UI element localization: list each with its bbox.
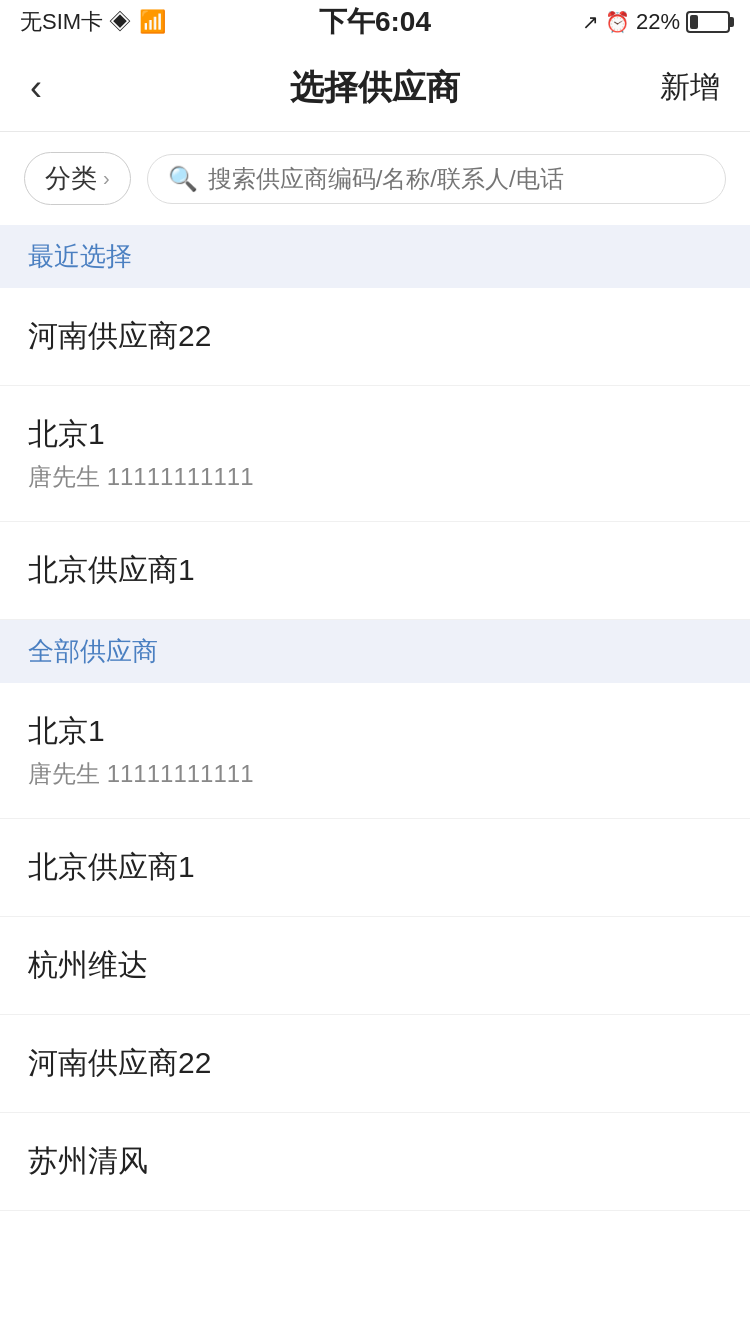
battery-icon — [686, 11, 730, 33]
wifi-icon: 📶 — [139, 9, 166, 35]
alarm-icon: ⏰ — [605, 10, 630, 34]
location-icon: ↗ — [582, 10, 599, 34]
list-item[interactable]: 河南供应商22 — [0, 1015, 750, 1113]
list-item[interactable]: 河南供应商22 — [0, 288, 750, 386]
chevron-right-icon: › — [103, 167, 110, 190]
nav-bar: ‹ 选择供应商 新增 — [0, 44, 750, 132]
recent-list: 河南供应商22 北京1 唐先生 11111111111 北京供应商1 — [0, 288, 750, 620]
item-name: 杭州维达 — [28, 945, 722, 986]
list-item[interactable]: 北京1 唐先生 11111111111 — [0, 386, 750, 522]
search-input[interactable] — [208, 165, 705, 193]
list-item[interactable]: 北京供应商1 — [0, 819, 750, 917]
search-box[interactable]: 🔍 — [147, 154, 726, 204]
all-list: 北京1 唐先生 11111111111 北京供应商1 杭州维达 河南供应商22 … — [0, 683, 750, 1211]
search-icon: 🔍 — [168, 165, 198, 193]
list-item[interactable]: 杭州维达 — [0, 917, 750, 1015]
item-name: 河南供应商22 — [28, 316, 722, 357]
status-right: ↗ ⏰ 22% — [582, 9, 730, 35]
category-label: 分类 — [45, 161, 97, 196]
item-name: 河南供应商22 — [28, 1043, 722, 1084]
page-title: 选择供应商 — [290, 65, 460, 111]
filter-bar: 分类 › 🔍 — [0, 132, 750, 225]
status-time: 下午6:04 — [319, 3, 431, 41]
item-sub: 唐先生 11111111111 — [28, 758, 722, 790]
sim-status: 无SIM卡 ◈ — [20, 7, 131, 37]
status-bar: 无SIM卡 ◈ 📶 下午6:04 ↗ ⏰ 22% — [0, 0, 750, 44]
item-name: 北京1 — [28, 414, 722, 455]
item-name: 苏州清风 — [28, 1141, 722, 1182]
list-item[interactable]: 苏州清风 — [0, 1113, 750, 1211]
item-name: 北京供应商1 — [28, 550, 722, 591]
all-section-header: 全部供应商 — [0, 620, 750, 683]
recent-section-header: 最近选择 — [0, 225, 750, 288]
new-button[interactable]: 新增 — [660, 67, 720, 108]
item-sub: 唐先生 11111111111 — [28, 461, 722, 493]
status-left: 无SIM卡 ◈ 📶 — [20, 7, 166, 37]
category-button[interactable]: 分类 › — [24, 152, 131, 205]
list-item[interactable]: 北京供应商1 — [0, 522, 750, 620]
list-item[interactable]: 北京1 唐先生 11111111111 — [0, 683, 750, 819]
item-name: 北京供应商1 — [28, 847, 722, 888]
back-button[interactable]: ‹ — [30, 67, 90, 109]
item-name: 北京1 — [28, 711, 722, 752]
battery-percent: 22% — [636, 9, 680, 35]
